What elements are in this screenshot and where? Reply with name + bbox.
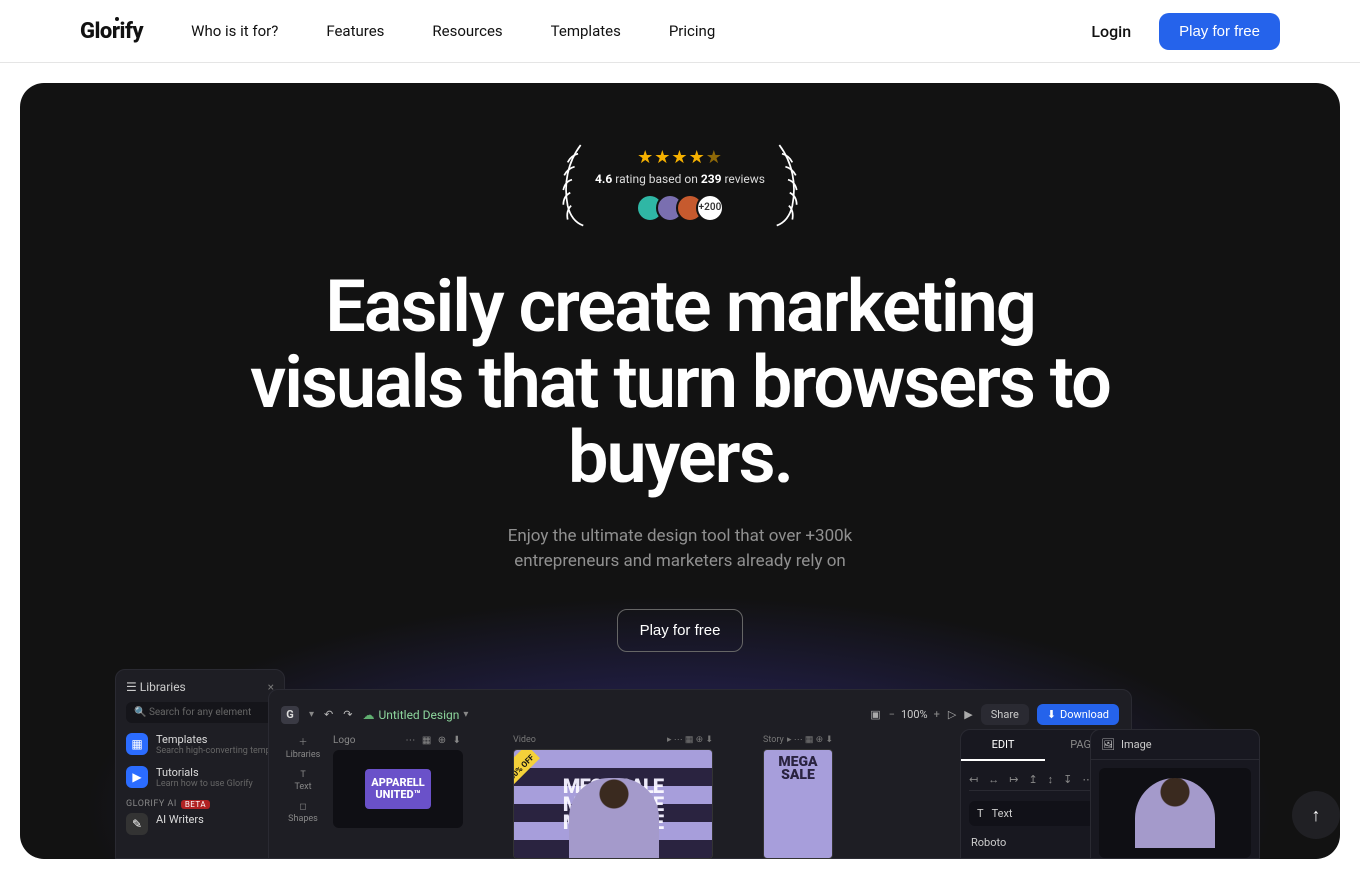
align-center-icon: ↔ [988, 773, 999, 786]
header-right: Login Play for free [1091, 13, 1280, 50]
nav-features[interactable]: Features [326, 22, 384, 40]
align-left-icon: ↤ [969, 773, 978, 786]
share-button: Share [981, 704, 1029, 725]
libraries-title: ☰ Libraries [126, 680, 186, 694]
scroll-top-button[interactable]: ↑ [1292, 791, 1340, 839]
close-icon: × [268, 680, 274, 694]
doc-title: ☁ Untitled Design ▾ [362, 708, 468, 722]
download-icon: ⬇ [1047, 708, 1056, 721]
model-photo [569, 778, 659, 858]
hero-glow [20, 559, 1340, 859]
hero-cta-button[interactable]: Play for free [617, 609, 744, 652]
brand-logo[interactable]: Glorify [80, 19, 143, 44]
tab-pages: PAGES [1045, 730, 1129, 761]
video-artboard: Video▸ ⋯ ▦ ⊕ ⬇ MEGA SALEMEGA SALEMEGA SA… [513, 735, 713, 859]
shapes-icon: ◻ [299, 802, 306, 812]
align-bottom-icon: ↧ [1063, 773, 1072, 786]
avatar-row: +200 [636, 194, 724, 222]
laurel-left-icon [559, 139, 585, 229]
main-nav: Who is it for? Features Resources Templa… [191, 22, 715, 40]
lib-item-templates: ▦ Templates Search high-converting temp [126, 733, 274, 756]
zoom-control: −100%+ [889, 708, 940, 721]
rating-text: 4.6 rating based on 239 reviews [595, 172, 765, 186]
play-icon: ▷ [948, 708, 956, 721]
redo-icon: ↷ [343, 708, 352, 721]
ai-icon: ✎ [126, 813, 148, 835]
crop-icon: ▣ [870, 708, 880, 721]
nav-pricing[interactable]: Pricing [669, 22, 715, 40]
lib-item-ai: ✎ AI Writers [126, 813, 274, 835]
font-select: Roboto [969, 832, 1121, 853]
text-icon: T [300, 770, 305, 780]
arrow-up-icon: ↑ [1312, 805, 1321, 826]
text-field: T Text [969, 801, 1121, 826]
ai-section-label: GLORIFY AI BETA [126, 799, 274, 809]
image-thumbnail [1099, 768, 1251, 858]
chevron-down-icon: ▾ [309, 709, 314, 720]
cloud-icon: ☁ [362, 708, 374, 722]
plus-icon: ＋ [298, 735, 307, 748]
nav-who[interactable]: Who is it for? [191, 22, 278, 40]
header-cta-button[interactable]: Play for free [1159, 13, 1280, 50]
login-link[interactable]: Login [1091, 22, 1131, 41]
mock-image-panel: 🖼 Image [1090, 729, 1260, 859]
rating-badge: ★★★★★ 4.6 rating based on 239 reviews +2… [559, 139, 801, 229]
tutorials-icon: ▶ [126, 766, 148, 788]
side-tools: ＋Libraries TText ◻Shapes [283, 735, 323, 824]
product-mockups: ☰ Libraries × 🔍 Search for any element ▦… [20, 659, 1340, 859]
logo-artboard: Logo ⋯ ▦ ⊕ ⬇ APPARELL UNITED™ [333, 735, 463, 828]
tab-edit: EDIT [961, 730, 1045, 761]
libraries-search: 🔍 Search for any element [126, 702, 274, 723]
mock-edit-panel: EDIT PAGES ↤ ↔ ↦ ↥ ↕ ↧ ⋯ T Text [960, 729, 1130, 859]
align-top-icon: ↥ [1028, 773, 1037, 786]
more-icon: ⋯ [1082, 773, 1093, 786]
nav-resources[interactable]: Resources [432, 22, 502, 40]
align-right-icon: ↦ [1009, 773, 1018, 786]
preview-icon: ▶ [964, 708, 972, 721]
templates-icon: ▦ [126, 733, 148, 755]
mock-libraries-panel: ☰ Libraries × 🔍 Search for any element ▦… [115, 669, 285, 859]
undo-icon: ↶ [324, 708, 333, 721]
avatar-more: +200 [696, 194, 724, 222]
laurel-right-icon [775, 139, 801, 229]
app-icon: G [281, 706, 299, 724]
site-header: Glorify Who is it for? Features Resource… [0, 0, 1360, 63]
stars-icon: ★★★★★ [637, 147, 723, 168]
download-button: ⬇ Download [1037, 704, 1119, 725]
lib-item-tutorials: ▶ Tutorials Learn how to use Glorify [126, 766, 274, 789]
hero-subtext: Enjoy the ultimate design tool that over… [490, 524, 870, 575]
hero-headline: Easily create marketing visuals that tur… [230, 269, 1130, 496]
image-icon: 🖼 [1101, 738, 1115, 751]
nav-templates[interactable]: Templates [551, 22, 621, 40]
align-middle-icon: ↕ [1048, 773, 1054, 786]
mock-editor-panel: G ▾ ↶ ↷ ☁ Untitled Design ▾ ▣ −100% [268, 689, 1132, 859]
hero-section: ★★★★★ 4.6 rating based on 239 reviews +2… [20, 83, 1340, 859]
text-tool-icon: T [977, 807, 984, 820]
story-artboard: Story▸ ⋯ ▦ ⊕ ⬇ MEGA SALE [763, 735, 833, 859]
